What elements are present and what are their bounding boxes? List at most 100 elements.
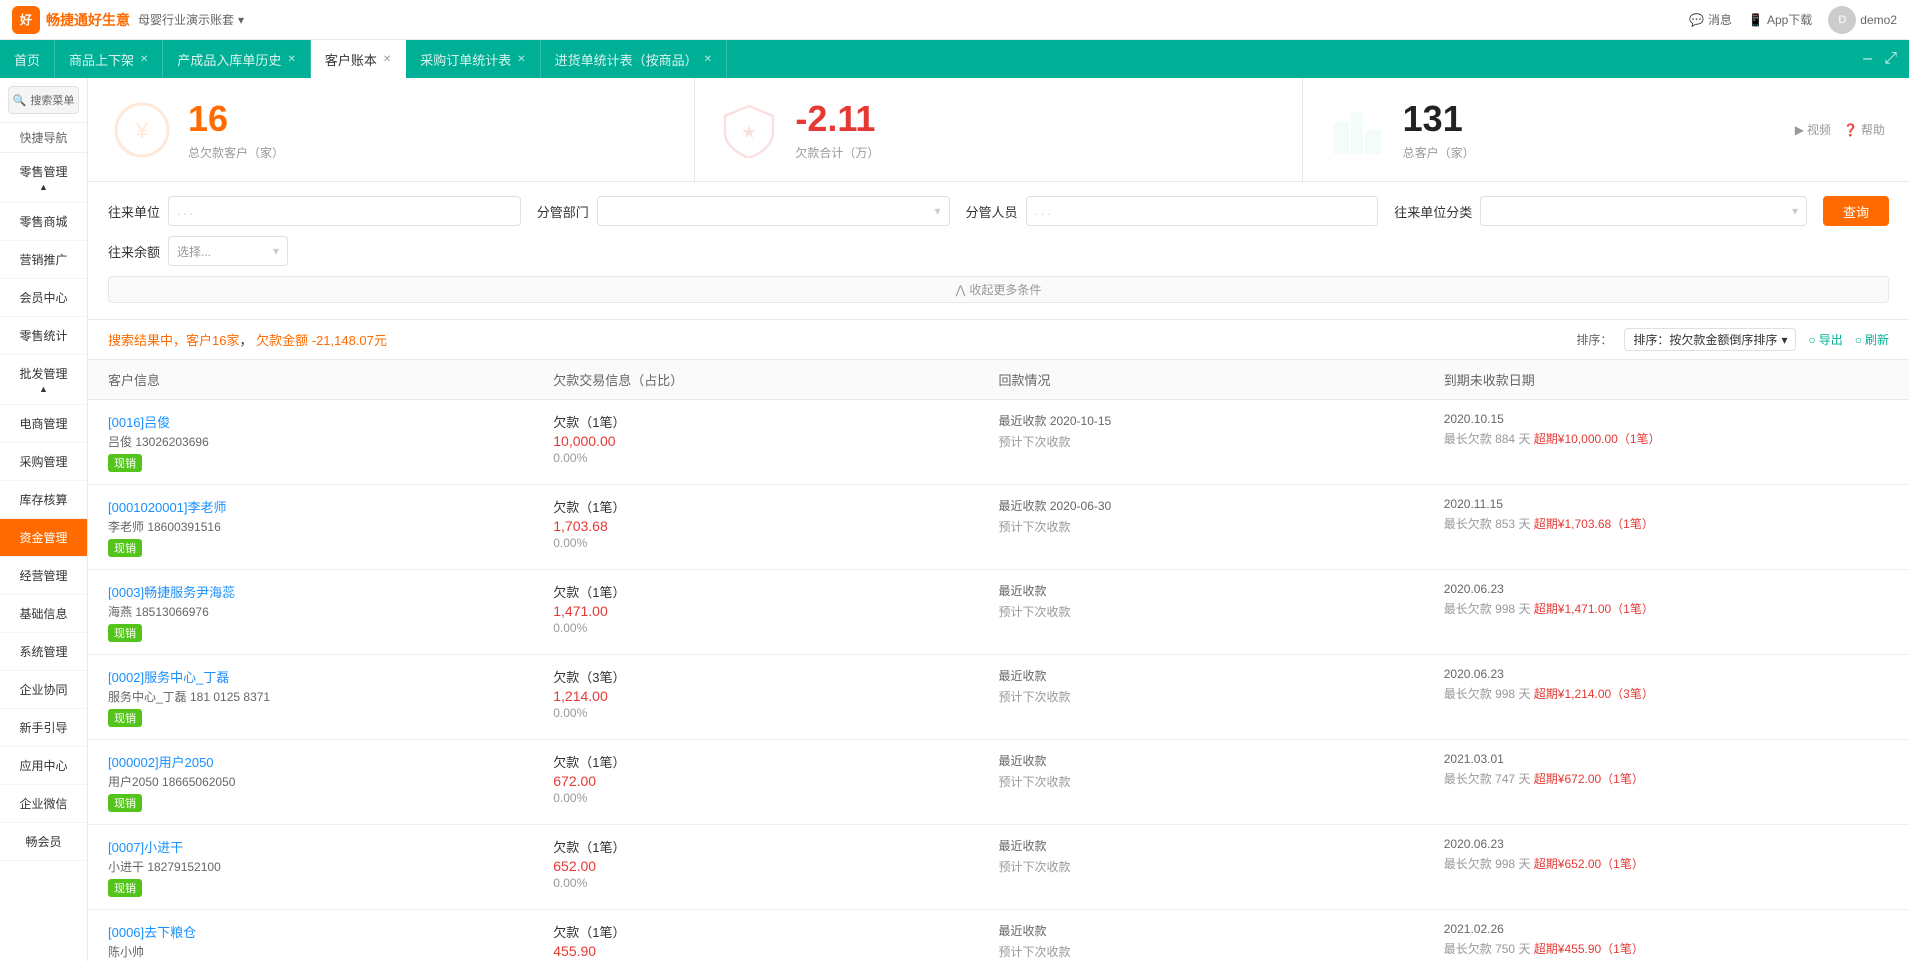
- overdue-link-1[interactable]: 超期¥1,703.68（1笔）: [1534, 517, 1654, 531]
- sidebar-ecommerce-label: 电商管理: [19, 415, 67, 432]
- due-date-6: 2021.02.26: [1444, 922, 1889, 936]
- app-download-btn[interactable]: 📱 App下载: [1748, 11, 1812, 28]
- debt-info-cell-6: 欠款（1笔） 455.90 0.00%: [553, 922, 998, 961]
- export-btn[interactable]: ○ 导出: [1808, 331, 1842, 348]
- filter-input-person[interactable]: ...: [1026, 196, 1379, 226]
- sort-select[interactable]: 排序：按欠款金额倒序排序 ▾: [1624, 328, 1796, 351]
- filter-select-dept[interactable]: ▾: [597, 196, 950, 226]
- customer-phone-1: 李老师 18600391516: [108, 518, 553, 535]
- sidebar-batch-mgmt-label: 批发管理: [19, 365, 67, 382]
- sidebar-item-enterprise-wechat[interactable]: 企业微信: [0, 785, 87, 823]
- sidebar-item-changhui[interactable]: 畅会员: [0, 823, 87, 861]
- store-name: 母婴行业演示账套: [138, 11, 234, 28]
- sidebar-search-btn[interactable]: 🔍 搜索菜单: [8, 86, 79, 114]
- col-header-debt: 欠款交易信息（占比）: [553, 370, 998, 389]
- stat-info-2: -2.11 欠款合计（万）: [795, 98, 879, 161]
- sidebar-item-retail-mgmt[interactable]: 零售管理 ▲: [0, 153, 87, 203]
- stat-label-debt-total: 欠款合计（万）: [795, 144, 879, 161]
- store-selector[interactable]: 母婴行业演示账套 ▾: [138, 11, 244, 28]
- logo-icon: 好: [12, 6, 40, 34]
- recover-next-6: 预计下次收款: [999, 943, 1444, 960]
- customer-name-link-0[interactable]: [0016]吕俊: [108, 412, 553, 431]
- sidebar-item-inventory[interactable]: 库存核算: [0, 481, 87, 519]
- sidebar-item-app-center[interactable]: 应用中心: [0, 747, 87, 785]
- stat-info-3: 131 总客户（家）: [1403, 98, 1475, 161]
- customer-name-link-5[interactable]: [0007]小进干: [108, 837, 553, 856]
- sidebar-marketing-label: 营销推广: [19, 251, 67, 268]
- sidebar-quick-nav[interactable]: 快捷导航: [0, 123, 87, 153]
- tab-produce-history-close[interactable]: ✕: [287, 54, 295, 65]
- sidebar-item-retail-store[interactable]: 零售商城: [0, 203, 87, 241]
- sidebar-item-enterprise-collab[interactable]: 企业协同: [0, 671, 87, 709]
- sidebar-item-batch-mgmt[interactable]: 批发管理 ▲: [0, 355, 87, 405]
- search-icon: 🔍: [13, 94, 27, 107]
- tab-purchase-summary-close[interactable]: ✕: [517, 54, 525, 65]
- sidebar-item-member[interactable]: 会员中心: [0, 279, 87, 317]
- filter-input-unit[interactable]: ...: [168, 196, 521, 226]
- overdue-link-3[interactable]: 超期¥1,214.00（3笔）: [1534, 687, 1654, 701]
- stat-info-1: 16 总欠款客户（家）: [188, 98, 284, 161]
- recovery-cell-6: 最近收款 预计下次收款: [999, 922, 1444, 960]
- sidebar-item-purchase[interactable]: 采购管理: [0, 443, 87, 481]
- sidebar-item-new-guide[interactable]: 新手引导: [0, 709, 87, 747]
- duedate-cell-0: 2020.10.15 最长欠款 884 天 超期¥10,000.00（1笔）: [1444, 412, 1889, 447]
- filter-select-category[interactable]: ▾: [1480, 196, 1807, 226]
- tab-collapse-btn[interactable]: –: [1859, 48, 1876, 70]
- customer-name-link-4[interactable]: [000002]用户2050: [108, 752, 553, 771]
- collapse-row[interactable]: ⋀ 收起更多条件: [108, 276, 1889, 303]
- sidebar-item-basic-info[interactable]: 基础信息: [0, 595, 87, 633]
- stat-label-total-customers: 总客户（家）: [1403, 144, 1475, 161]
- overdue-link-6[interactable]: 超期¥455.90（1笔）: [1534, 942, 1644, 956]
- customer-info-cell: [0001020001]李老师 李老师 18600391516 现销: [108, 497, 553, 557]
- help-link[interactable]: ❓ 帮助: [1843, 121, 1885, 138]
- search-btn[interactable]: 查询: [1823, 196, 1889, 226]
- customer-phone-4: 用户2050 18665062050: [108, 773, 553, 790]
- sidebar-item-retail-stats[interactable]: 零售统计: [0, 317, 87, 355]
- recover-next-1: 预计下次收款: [999, 518, 1444, 535]
- tab-customer-account[interactable]: 客户账本 ✕: [311, 40, 406, 78]
- tab-home[interactable]: 首页: [0, 40, 55, 78]
- overdue-link-2[interactable]: 超期¥1,471.00（1笔）: [1534, 602, 1654, 616]
- overdue-link-5[interactable]: 超期¥652.00（1笔）: [1534, 857, 1644, 871]
- customer-phone-2: 海燕 18513066976: [108, 603, 553, 620]
- sidebar-item-finance[interactable]: 资金管理: [0, 519, 87, 557]
- tab-purchase-summary[interactable]: 采购订单统计表 ✕: [406, 40, 540, 78]
- tab-expand-btn[interactable]: ⤢: [1880, 48, 1901, 70]
- sidebar-item-operations[interactable]: 经营管理: [0, 557, 87, 595]
- duedate-cell-6: 2021.02.26 最长欠款 750 天 超期¥455.90（1笔）: [1444, 922, 1889, 957]
- sidebar-app-center-label: 应用中心: [19, 757, 67, 774]
- tab-stock-summary[interactable]: 进货单统计表（按商品） ✕: [541, 40, 727, 78]
- tab-stock-summary-close[interactable]: ✕: [704, 54, 712, 65]
- filter-label-category: 往来单位分类: [1394, 202, 1472, 221]
- recover-next-3: 预计下次收款: [999, 688, 1444, 705]
- recover-next-4: 预计下次收款: [999, 773, 1444, 790]
- debt-info-cell-5: 欠款（1笔） 652.00 0.00%: [553, 837, 998, 890]
- customer-name-link-3[interactable]: [0002]服务中心_丁磊: [108, 667, 553, 686]
- sidebar-item-system[interactable]: 系统管理: [0, 633, 87, 671]
- customer-name-link-1[interactable]: [0001020001]李老师: [108, 497, 553, 516]
- overdue-info-1: 最长欠款 853 天 超期¥1,703.68（1笔）: [1444, 515, 1889, 532]
- overdue-link-4[interactable]: 超期¥672.00（1笔）: [1534, 772, 1644, 786]
- tab-product-toggle-close[interactable]: ✕: [140, 54, 148, 65]
- message-btn[interactable]: 💬 消息: [1689, 11, 1732, 28]
- recover-next-5: 预计下次收款: [999, 858, 1444, 875]
- overdue-link-0[interactable]: 超期¥10,000.00（1笔）: [1534, 432, 1661, 446]
- content-area: ¥ 16 总欠款客户（家） ★ -2.11 欠款合计（万）: [88, 78, 1909, 961]
- sidebar-item-marketing[interactable]: 营销推广: [0, 241, 87, 279]
- debt-count-6: 欠款（1笔）: [553, 922, 998, 941]
- stat-value-debt-total: -2.11: [795, 98, 879, 140]
- customer-name-link-2[interactable]: [0003]畅捷服务尹海蕊: [108, 582, 553, 601]
- tab-customer-account-close[interactable]: ✕: [383, 54, 391, 65]
- user-menu[interactable]: D demo2: [1828, 6, 1897, 34]
- tab-produce-history[interactable]: 产成品入库单历史 ✕: [163, 40, 310, 78]
- video-link[interactable]: ▶ 视频: [1795, 121, 1831, 138]
- debt-count-3: 欠款（3笔）: [553, 667, 998, 686]
- sidebar-retail-mgmt-label: 零售管理: [19, 163, 67, 180]
- filter-select-balance[interactable]: 选择... ▾: [168, 236, 288, 266]
- filter-group-category: 往来单位分类 ▾: [1394, 196, 1807, 226]
- refresh-btn[interactable]: ○ 刷新: [1855, 331, 1889, 348]
- sidebar-item-ecommerce[interactable]: 电商管理: [0, 405, 87, 443]
- customer-name-link-6[interactable]: [0006]去下粮仓: [108, 922, 553, 941]
- sidebar-finance-label: 资金管理: [19, 529, 67, 546]
- tab-product-toggle[interactable]: 商品上下架 ✕: [55, 40, 163, 78]
